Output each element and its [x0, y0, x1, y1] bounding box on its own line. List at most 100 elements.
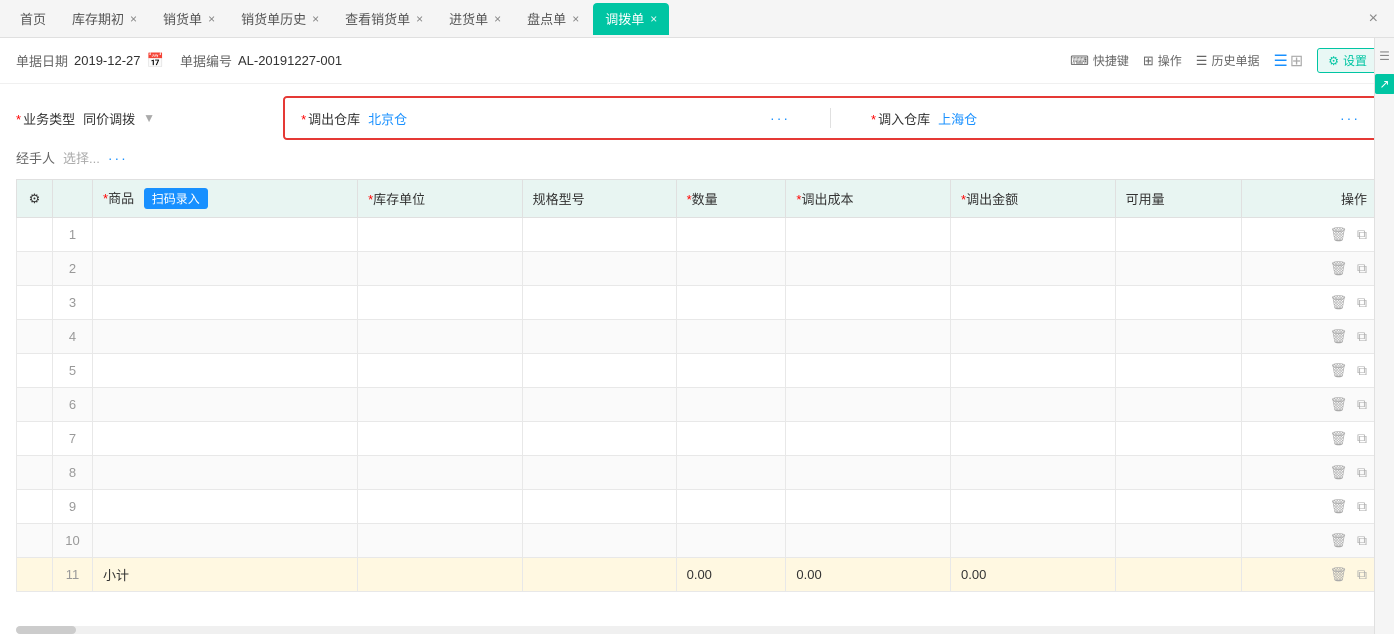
row-spec[interactable]: [522, 388, 676, 422]
delete-icon[interactable]: 🗑: [1330, 430, 1348, 446]
row-product[interactable]: [93, 354, 358, 388]
row-amount[interactable]: [951, 524, 1116, 558]
row-cost[interactable]: [786, 490, 951, 524]
history-button[interactable]: ☰ 历史单据: [1196, 52, 1260, 69]
delete-icon[interactable]: 🗑: [1330, 498, 1348, 514]
row-cost[interactable]: [786, 320, 951, 354]
delete-icon[interactable]: 🗑: [1330, 226, 1348, 242]
row-cost[interactable]: [786, 456, 951, 490]
side-expand-icon[interactable]: ↗: [1375, 74, 1394, 94]
row-unit[interactable]: [358, 422, 523, 456]
copy-icon[interactable]: ⧉: [1357, 566, 1367, 582]
row-amount[interactable]: [951, 320, 1116, 354]
row-amount[interactable]: [951, 490, 1116, 524]
delete-icon[interactable]: 🗑: [1330, 566, 1348, 582]
row-qty[interactable]: [676, 218, 786, 252]
delete-icon[interactable]: 🗑: [1330, 328, 1348, 344]
row-amount[interactable]: [951, 388, 1116, 422]
list-view-icon[interactable]: ☰: [1273, 51, 1287, 71]
operations-button[interactable]: ⊞ 操作: [1143, 52, 1182, 69]
row-available[interactable]: [1115, 524, 1242, 558]
copy-icon[interactable]: ⧉: [1357, 464, 1367, 480]
copy-icon[interactable]: ⧉: [1357, 226, 1367, 242]
row-amount[interactable]: [951, 422, 1116, 456]
row-available[interactable]: [1115, 422, 1242, 456]
row-amount[interactable]: [951, 252, 1116, 286]
row-spec[interactable]: [522, 524, 676, 558]
row-unit[interactable]: [358, 524, 523, 558]
row-spec[interactable]: [522, 320, 676, 354]
row-cost[interactable]: [786, 524, 951, 558]
row-unit[interactable]: [358, 286, 523, 320]
row-product[interactable]: [93, 490, 358, 524]
row-unit[interactable]: [358, 490, 523, 524]
close-icon[interactable]: ×: [130, 12, 137, 26]
scan-button[interactable]: 扫码录入: [144, 188, 208, 209]
row-amount[interactable]: [951, 286, 1116, 320]
row-cost[interactable]: [786, 286, 951, 320]
row-available[interactable]: [1115, 286, 1242, 320]
row-unit[interactable]: [358, 252, 523, 286]
row-unit[interactable]: [358, 320, 523, 354]
row-qty[interactable]: [676, 422, 786, 456]
scroll-thumb[interactable]: [16, 626, 76, 634]
row-available[interactable]: [1115, 320, 1242, 354]
copy-icon[interactable]: ⧉: [1357, 362, 1367, 378]
row-unit[interactable]: [358, 218, 523, 252]
row-spec[interactable]: [522, 286, 676, 320]
row-product[interactable]: [93, 252, 358, 286]
row-qty[interactable]: [676, 524, 786, 558]
row-cost[interactable]: [786, 388, 951, 422]
calendar-icon[interactable]: 📅: [147, 52, 164, 69]
shortcut-button[interactable]: ⌨ 快捷键: [1070, 52, 1129, 69]
row-qty[interactable]: [676, 456, 786, 490]
warehouse-out-more-icon[interactable]: ···: [770, 110, 790, 126]
row-available[interactable]: [1115, 218, 1242, 252]
tab-transfer[interactable]: 调拨单 ×: [593, 3, 669, 35]
close-window-icon[interactable]: ×: [1361, 10, 1386, 28]
tab-view-sales[interactable]: 查看销货单 ×: [333, 3, 435, 35]
row-available[interactable]: [1115, 388, 1242, 422]
row-cost[interactable]: [786, 354, 951, 388]
delete-icon[interactable]: 🗑: [1330, 294, 1348, 310]
row-available[interactable]: [1115, 354, 1242, 388]
delete-icon[interactable]: 🗑: [1330, 396, 1348, 412]
handler-more-icon[interactable]: ···: [108, 150, 128, 166]
close-icon[interactable]: ×: [650, 12, 657, 26]
copy-icon[interactable]: ⧉: [1357, 294, 1367, 310]
row-qty[interactable]: [676, 354, 786, 388]
delete-icon[interactable]: 🗑: [1330, 532, 1348, 548]
business-type-select[interactable]: 同价调拨 ▼: [83, 109, 243, 128]
delete-icon[interactable]: 🗑: [1330, 464, 1348, 480]
settings-gear-icon[interactable]: ⚙: [29, 191, 41, 206]
row-unit[interactable]: [358, 354, 523, 388]
row-qty[interactable]: [676, 252, 786, 286]
row-available[interactable]: [1115, 456, 1242, 490]
chevron-down-icon[interactable]: ▼: [143, 111, 155, 125]
row-available[interactable]: [1115, 252, 1242, 286]
row-spec[interactable]: [522, 490, 676, 524]
delete-icon[interactable]: 🗑: [1330, 362, 1348, 378]
tab-purchase-order[interactable]: 进货单 ×: [437, 3, 513, 35]
row-product[interactable]: [93, 388, 358, 422]
row-product[interactable]: [93, 456, 358, 490]
tab-stocktake[interactable]: 盘点单 ×: [515, 3, 591, 35]
copy-icon[interactable]: ⧉: [1357, 532, 1367, 548]
row-unit[interactable]: [358, 456, 523, 490]
row-cost[interactable]: [786, 252, 951, 286]
row-amount[interactable]: [951, 354, 1116, 388]
delete-icon[interactable]: 🗑: [1330, 260, 1348, 276]
row-available[interactable]: [1115, 490, 1242, 524]
copy-icon[interactable]: ⧉: [1357, 328, 1367, 344]
tab-inventory-init[interactable]: 库存期初 ×: [60, 3, 149, 35]
copy-icon[interactable]: ⧉: [1357, 260, 1367, 276]
row-spec[interactable]: [522, 354, 676, 388]
row-cost[interactable]: [786, 218, 951, 252]
close-icon[interactable]: ×: [416, 12, 423, 26]
tab-sales-order[interactable]: 销货单 ×: [151, 3, 227, 35]
row-amount[interactable]: [951, 218, 1116, 252]
row-spec[interactable]: [522, 218, 676, 252]
side-list-icon[interactable]: ☰: [1375, 46, 1394, 66]
row-spec[interactable]: [522, 456, 676, 490]
row-qty[interactable]: [676, 388, 786, 422]
